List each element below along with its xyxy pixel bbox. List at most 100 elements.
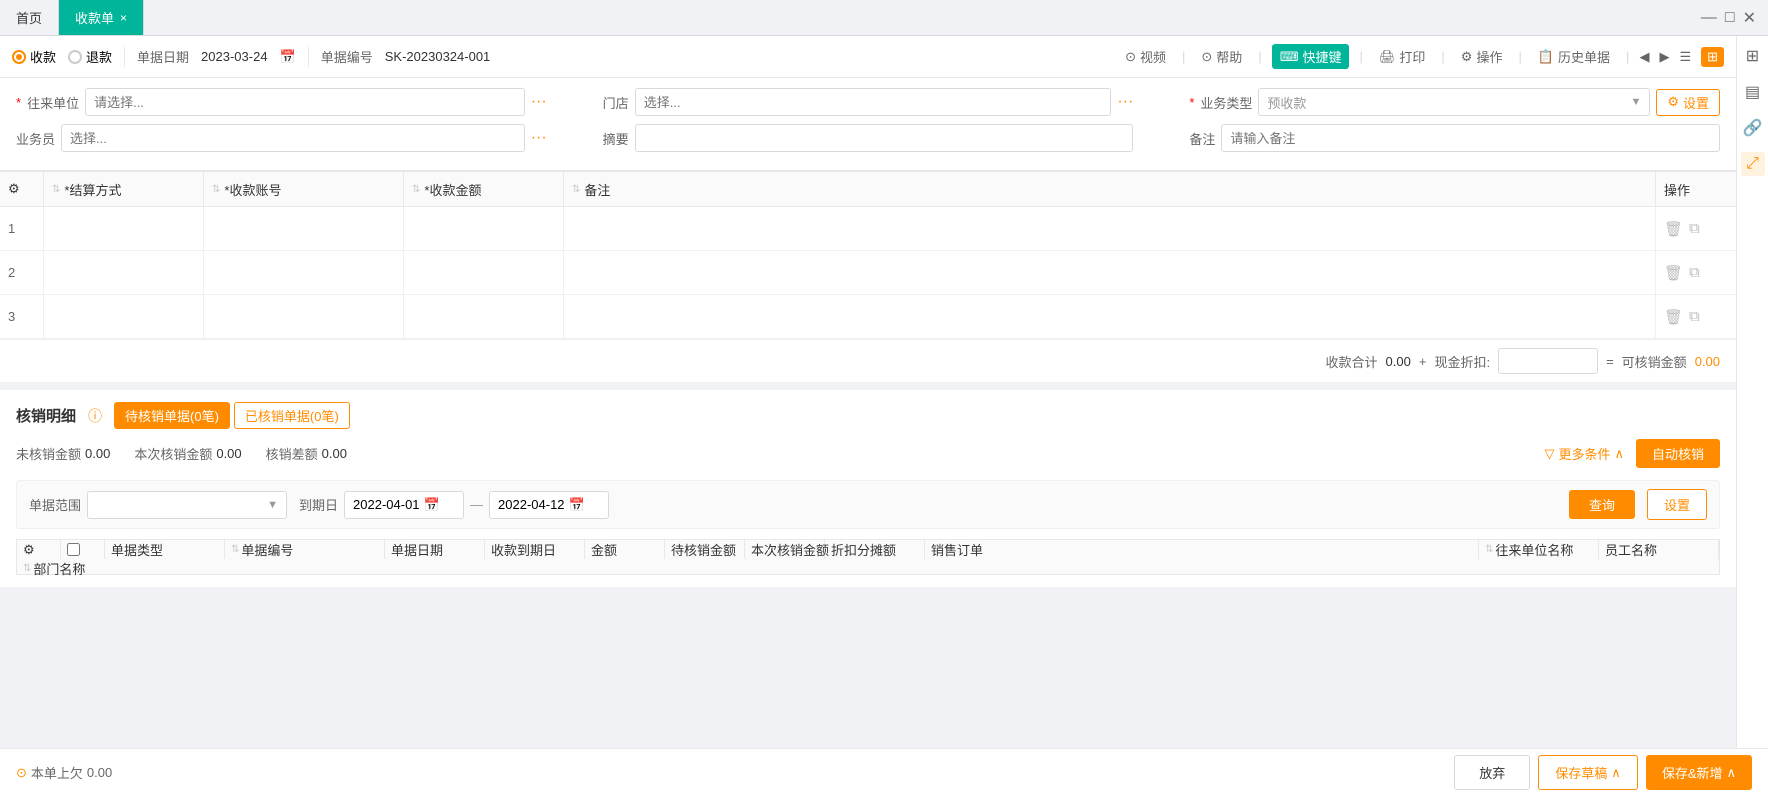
history-icon: 📋 bbox=[1538, 49, 1554, 65]
bottom-info-icon: ⊙ bbox=[16, 765, 27, 781]
shortcut-button[interactable]: ⌨ 快捷键 bbox=[1272, 44, 1350, 69]
operations-button[interactable]: ⚙ 操作 bbox=[1455, 45, 1509, 68]
detail-th-counterpart: ⇅ 往来单位名称 bbox=[1479, 540, 1599, 559]
maximize-button[interactable]: □ bbox=[1725, 9, 1735, 27]
tab-close-icon[interactable]: × bbox=[120, 11, 127, 25]
delete-icon-2[interactable]: 🗑 bbox=[1664, 264, 1683, 282]
sidebar-table-icon[interactable]: ⊞ bbox=[1741, 44, 1765, 68]
gear-header-icon[interactable]: ⚙ bbox=[8, 181, 20, 197]
td-actions-1: 🗑 ⧉ bbox=[1656, 207, 1736, 250]
date-separator: — bbox=[470, 497, 483, 512]
delete-icon-3[interactable]: 🗑 bbox=[1664, 308, 1683, 326]
td-payment-3[interactable] bbox=[44, 295, 204, 338]
summary-field: 摘要 bbox=[603, 124, 1134, 152]
td-amount-3[interactable] bbox=[404, 295, 564, 338]
td-num-2: 2 bbox=[0, 251, 44, 294]
tab-home[interactable]: 首页 bbox=[0, 0, 59, 35]
staff-input[interactable] bbox=[61, 124, 525, 152]
td-account-1[interactable] bbox=[204, 207, 404, 250]
discount-input[interactable] bbox=[1498, 348, 1598, 374]
table-row: 1 🗑 ⧉ bbox=[0, 207, 1736, 251]
sort-icon-3: ⇅ bbox=[412, 184, 420, 195]
verify-info-icon[interactable]: ⓘ bbox=[88, 406, 102, 426]
td-notes-3[interactable] bbox=[564, 295, 1656, 338]
minimize-button[interactable]: — bbox=[1701, 9, 1717, 27]
grid-button[interactable]: ⊞ bbox=[1701, 47, 1724, 67]
th-notes: ⇅ 备注 bbox=[564, 172, 1656, 206]
form-area: * 往来单位 ··· 门店 ··· * 业务类型 预收款 ▼ ⚙ bbox=[0, 78, 1736, 171]
sidebar-card-icon[interactable]: ▤ bbox=[1741, 80, 1765, 104]
verifiable-value: 0.00 bbox=[1695, 354, 1720, 369]
help-button[interactable]: ⊙ 帮助 bbox=[1195, 45, 1248, 68]
done-tab[interactable]: 已核销单据(0笔) bbox=[234, 402, 350, 429]
receipt-radio-label: 收款 bbox=[30, 47, 56, 66]
detail-th-checkbox[interactable] bbox=[61, 540, 105, 559]
abandon-button[interactable]: 放弃 bbox=[1454, 755, 1530, 790]
td-amount-1[interactable] bbox=[404, 207, 564, 250]
sidebar-link-icon[interactable]: 🔗 bbox=[1741, 116, 1765, 140]
td-notes-2[interactable] bbox=[564, 251, 1656, 294]
sort-icon-6: ⇅ bbox=[1485, 544, 1493, 555]
refund-radio[interactable]: 退款 bbox=[68, 47, 112, 66]
save-draft-button[interactable]: 保存草稿 ∧ bbox=[1538, 755, 1638, 790]
select-all-checkbox[interactable] bbox=[67, 543, 80, 556]
copy-icon-3[interactable]: ⧉ bbox=[1689, 308, 1700, 325]
nav-next-button[interactable]: ▶ bbox=[1659, 49, 1669, 65]
more-conditions-button[interactable]: ▽ 更多条件 ∧ bbox=[1544, 444, 1624, 463]
btype-required-star: * bbox=[1189, 95, 1194, 110]
refund-radio-dot bbox=[68, 50, 82, 64]
range-select[interactable]: ▼ bbox=[87, 491, 287, 519]
video-button[interactable]: ⊙ 视频 bbox=[1119, 45, 1172, 68]
th-gear: ⚙ bbox=[0, 172, 44, 206]
detail-th-gear[interactable]: ⚙ bbox=[17, 540, 61, 559]
detail-th-discount: 折扣分摊额 bbox=[825, 540, 925, 559]
filter-settings-button[interactable]: 设置 bbox=[1647, 489, 1707, 520]
unverified-stat: 未核销金额 0.00 bbox=[16, 444, 110, 463]
store-input[interactable] bbox=[635, 88, 1112, 116]
summary-input[interactable] bbox=[635, 124, 1134, 152]
delete-icon-1[interactable]: 🗑 bbox=[1664, 220, 1683, 238]
save-new-button[interactable]: 保存&新增 ∧ bbox=[1646, 755, 1752, 790]
sort-icon-4: ⇅ bbox=[572, 184, 580, 195]
diff-label: 核销差额 bbox=[266, 444, 318, 463]
print-button[interactable]: 🖨 打印 bbox=[1373, 45, 1432, 68]
nav-prev-button[interactable]: ◀ bbox=[1639, 49, 1649, 65]
unverified-label: 未核销金额 bbox=[16, 444, 81, 463]
action-icons-2: 🗑 ⧉ bbox=[1664, 264, 1700, 282]
query-button[interactable]: 查询 bbox=[1569, 490, 1635, 519]
td-notes-1[interactable] bbox=[564, 207, 1656, 250]
td-account-2[interactable] bbox=[204, 251, 404, 294]
receipt-radio[interactable]: 收款 bbox=[12, 47, 56, 66]
chevron-up-icon: ∧ bbox=[1614, 446, 1624, 462]
td-payment-1[interactable] bbox=[44, 207, 204, 250]
td-payment-2[interactable] bbox=[44, 251, 204, 294]
staff-more-button[interactable]: ··· bbox=[531, 130, 547, 146]
settings-button[interactable]: ⚙ 设置 bbox=[1656, 89, 1720, 116]
calendar-icon[interactable]: 📅 bbox=[280, 49, 296, 65]
staff-field: 业务员 ··· bbox=[16, 124, 547, 152]
diff-stat: 核销差额 0.00 bbox=[266, 444, 347, 463]
store-more-button[interactable]: ··· bbox=[1117, 94, 1133, 110]
th-actions-label: 操作 bbox=[1664, 180, 1690, 199]
notes-label: 备注 bbox=[1189, 129, 1215, 148]
close-button[interactable]: ✕ bbox=[1743, 8, 1756, 28]
th-receipt-amount: ⇅ *收款金额 bbox=[404, 172, 564, 206]
notes-input[interactable] bbox=[1221, 124, 1720, 152]
counterpart-input[interactable] bbox=[85, 88, 525, 116]
pending-tab[interactable]: 待核销单据(0笔) bbox=[114, 402, 230, 429]
td-account-3[interactable] bbox=[204, 295, 404, 338]
counterpart-more-button[interactable]: ··· bbox=[531, 94, 547, 110]
sidebar-expand-icon[interactable]: ⤢ bbox=[1741, 152, 1765, 176]
copy-icon-2[interactable]: ⧉ bbox=[1689, 264, 1700, 281]
history-button[interactable]: 📋 历史单据 bbox=[1532, 45, 1616, 68]
total-value: 0.00 bbox=[1386, 354, 1411, 369]
tab-receipt[interactable]: 收款单 × bbox=[59, 0, 144, 35]
btype-select[interactable]: 预收款 ▼ bbox=[1258, 88, 1650, 116]
layout-button[interactable]: ☰ bbox=[1679, 49, 1691, 65]
date-from-input[interactable]: 2022-04-01 📅 bbox=[344, 491, 464, 519]
date-to-input[interactable]: 2022-04-12 📅 bbox=[489, 491, 609, 519]
table-row-3: 3 🗑 ⧉ bbox=[0, 295, 1736, 339]
auto-verify-button[interactable]: 自动核销 bbox=[1636, 439, 1720, 468]
copy-icon-1[interactable]: ⧉ bbox=[1689, 220, 1700, 237]
td-amount-2[interactable] bbox=[404, 251, 564, 294]
